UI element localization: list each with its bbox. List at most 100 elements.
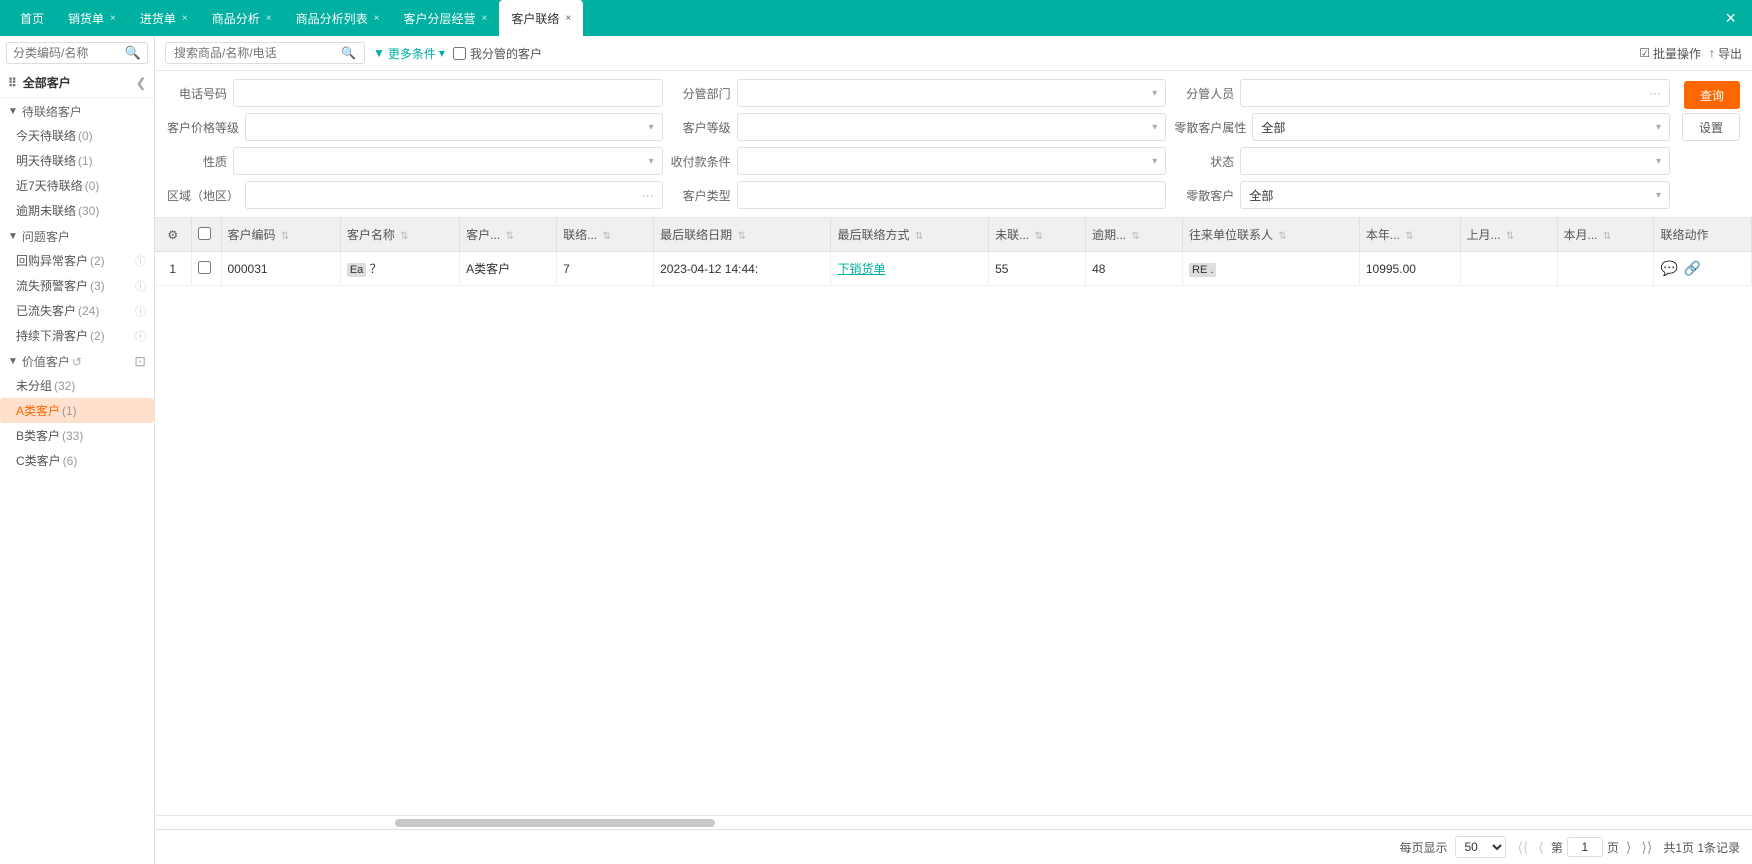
filter-field-nature: 性质 ▾: [167, 147, 663, 175]
sidebar-item-tomorrow-pending[interactable]: 明天待联络(1): [0, 148, 154, 173]
sidebar-item-loss-warning[interactable]: 流失预警客户(3) ⓘ: [0, 273, 154, 298]
sidebar-item-repurchase-abnormal[interactable]: 回购异常客户(2) ⓘ: [0, 248, 154, 273]
help-icon: ⓘ: [135, 278, 146, 294]
nav-tab-product-analysis[interactable]: 商品分析 ×: [200, 0, 284, 36]
search-icon[interactable]: 🔍: [125, 45, 141, 61]
my-customers-checkbox[interactable]: [453, 47, 466, 60]
sidebar-collapse-button[interactable]: ❮: [136, 76, 146, 90]
settings-button[interactable]: 设置: [1682, 113, 1740, 141]
close-icon[interactable]: ×: [266, 13, 272, 24]
nav-tab-customer-segment[interactable]: 客户分层经营 ×: [391, 0, 499, 36]
sort-icon: ⇅: [1034, 231, 1042, 242]
retail-attr-select[interactable]: 全部 ▾: [1252, 113, 1670, 141]
close-all-button[interactable]: ×: [1717, 8, 1744, 29]
value-customer-group[interactable]: ▼ 价值客户 ↺ ⊡: [0, 348, 154, 373]
filter-search-box[interactable]: 🔍: [165, 42, 365, 64]
horizontal-scrollbar[interactable]: [155, 815, 1752, 829]
chevron-down-icon: ▾: [1656, 190, 1661, 201]
status-select[interactable]: ▾: [1240, 147, 1670, 175]
nav-tab-sales[interactable]: 销货单 ×: [56, 0, 128, 36]
payment-select[interactable]: ▾: [737, 147, 1167, 175]
sidebar-item-class-c[interactable]: C类客户(6): [0, 448, 154, 473]
th-this-year[interactable]: 本年... ⇅: [1359, 218, 1460, 252]
search-icon[interactable]: 🔍: [341, 46, 356, 60]
nav-tab-product-analysis-list[interactable]: 商品分析列表 ×: [284, 0, 392, 36]
sidebar-item-7days-pending[interactable]: 近7天待联络(0): [0, 173, 154, 198]
chevron-down-icon: ▾: [1152, 88, 1157, 99]
th-contact-count[interactable]: 联络... ⇅: [557, 218, 654, 252]
arrow-down-icon: ▼: [8, 231, 18, 242]
first-page-button[interactable]: ⟨⟨: [1514, 839, 1531, 856]
th-last-contact-method[interactable]: 最后联络方式 ⇅: [831, 218, 989, 252]
th-name[interactable]: 客户名称 ⇅: [340, 218, 459, 252]
close-icon[interactable]: ×: [182, 13, 188, 24]
th-overdue[interactable]: 逾期... ⇅: [1086, 218, 1183, 252]
sidebar-item-class-b[interactable]: B类客户(33): [0, 423, 154, 448]
nav-tab-purchase[interactable]: 进货单 ×: [128, 0, 200, 36]
my-customers-checkbox-group[interactable]: 我分管的客户: [453, 45, 542, 62]
dept-select[interactable]: ▾: [737, 79, 1167, 107]
close-icon[interactable]: ×: [481, 13, 487, 24]
query-button[interactable]: 查询: [1684, 81, 1740, 109]
close-icon[interactable]: ×: [374, 13, 380, 24]
nav-tab-home[interactable]: 首页: [8, 0, 56, 36]
filter-search-input[interactable]: [174, 46, 337, 60]
row-checkbox[interactable]: [198, 261, 211, 274]
link-icon[interactable]: 🔗: [1684, 260, 1701, 277]
th-actions: 联络动作: [1654, 218, 1752, 252]
retail-customer-select[interactable]: 全部 ▾: [1240, 181, 1670, 209]
nature-select[interactable]: ▾: [233, 147, 663, 175]
more-conditions-button[interactable]: ▼ 更多条件 ▾: [373, 45, 445, 62]
td-last-contact-method[interactable]: 下销货单: [831, 252, 989, 286]
th-level[interactable]: 客户... ⇅: [460, 218, 557, 252]
td-checkbox[interactable]: [191, 252, 221, 286]
sidebar-item-today-pending[interactable]: 今天待联络(0): [0, 123, 154, 148]
retail-customer-label: 零散客户: [1174, 187, 1234, 204]
toolbar-right: ☑ 批量操作 ↑ 导出: [1639, 45, 1742, 62]
problem-customer-group[interactable]: ▼ 问题客户: [0, 223, 154, 248]
price-level-select[interactable]: ▾: [245, 113, 663, 141]
th-settings[interactable]: ⚙: [155, 218, 191, 252]
sidebar-search-box[interactable]: 🔍: [6, 42, 148, 64]
close-icon[interactable]: ×: [110, 13, 116, 24]
help-icon: ⓘ: [135, 303, 146, 319]
refresh-icon[interactable]: ↺: [72, 355, 82, 369]
region-select[interactable]: ···: [245, 181, 663, 209]
sidebar-item-overdue-pending[interactable]: 逾期未联络(30): [0, 198, 154, 223]
page-number-input[interactable]: [1567, 837, 1603, 857]
nav-tab-customer-contact[interactable]: 客户联络 ×: [499, 0, 583, 36]
sidebar-item-class-a[interactable]: A类客户(1): [0, 398, 154, 423]
sidebar-item-unclassified[interactable]: 未分组(32): [0, 373, 154, 398]
th-company-contact[interactable]: 往来单位联系人 ⇅: [1183, 218, 1360, 252]
chevron-down-icon: ▾: [439, 46, 445, 60]
td-index: 1: [155, 252, 191, 286]
th-checkbox[interactable]: [191, 218, 221, 252]
pending-contact-group[interactable]: ▼ 待联络客户: [0, 98, 154, 123]
customer-level-select[interactable]: ▾: [737, 113, 1167, 141]
add-icon[interactable]: ⊡: [134, 353, 146, 370]
chevron-down-icon: ▾: [1656, 122, 1661, 133]
filter-icon: ▼: [373, 46, 385, 60]
th-not-contacted[interactable]: 未联... ⇅: [989, 218, 1086, 252]
sidebar-item-declining-customers[interactable]: 持续下滑客户(2) ⓘ: [0, 323, 154, 348]
page-label-text: 第: [1551, 839, 1563, 856]
sidebar-item-lost-customers[interactable]: 已流失客户(24) ⓘ: [0, 298, 154, 323]
next-page-button[interactable]: ⟩: [1623, 839, 1634, 856]
th-last-month[interactable]: 上月... ⇅: [1460, 218, 1557, 252]
td-level: A类客户: [460, 252, 557, 286]
select-all-checkbox[interactable]: [198, 227, 211, 240]
export-button[interactable]: ↑ 导出: [1709, 45, 1742, 62]
chat-icon[interactable]: 💬: [1660, 260, 1677, 277]
last-page-button[interactable]: ⟩⟩: [1638, 839, 1655, 856]
th-this-month[interactable]: 本月... ⇅: [1557, 218, 1654, 252]
phone-input[interactable]: [233, 79, 663, 107]
batch-operation-button[interactable]: ☑ 批量操作: [1639, 45, 1701, 62]
person-select[interactable]: ···: [1240, 79, 1670, 107]
sidebar-search-input[interactable]: [13, 46, 125, 60]
th-code[interactable]: 客户编码 ⇅: [221, 218, 340, 252]
prev-page-button[interactable]: ⟨: [1535, 839, 1546, 856]
per-page-select[interactable]: 50 100 200: [1455, 836, 1506, 858]
close-icon[interactable]: ×: [565, 13, 571, 24]
customer-type-input[interactable]: [737, 181, 1167, 209]
th-last-contact-date[interactable]: 最后联络日期 ⇅: [654, 218, 831, 252]
